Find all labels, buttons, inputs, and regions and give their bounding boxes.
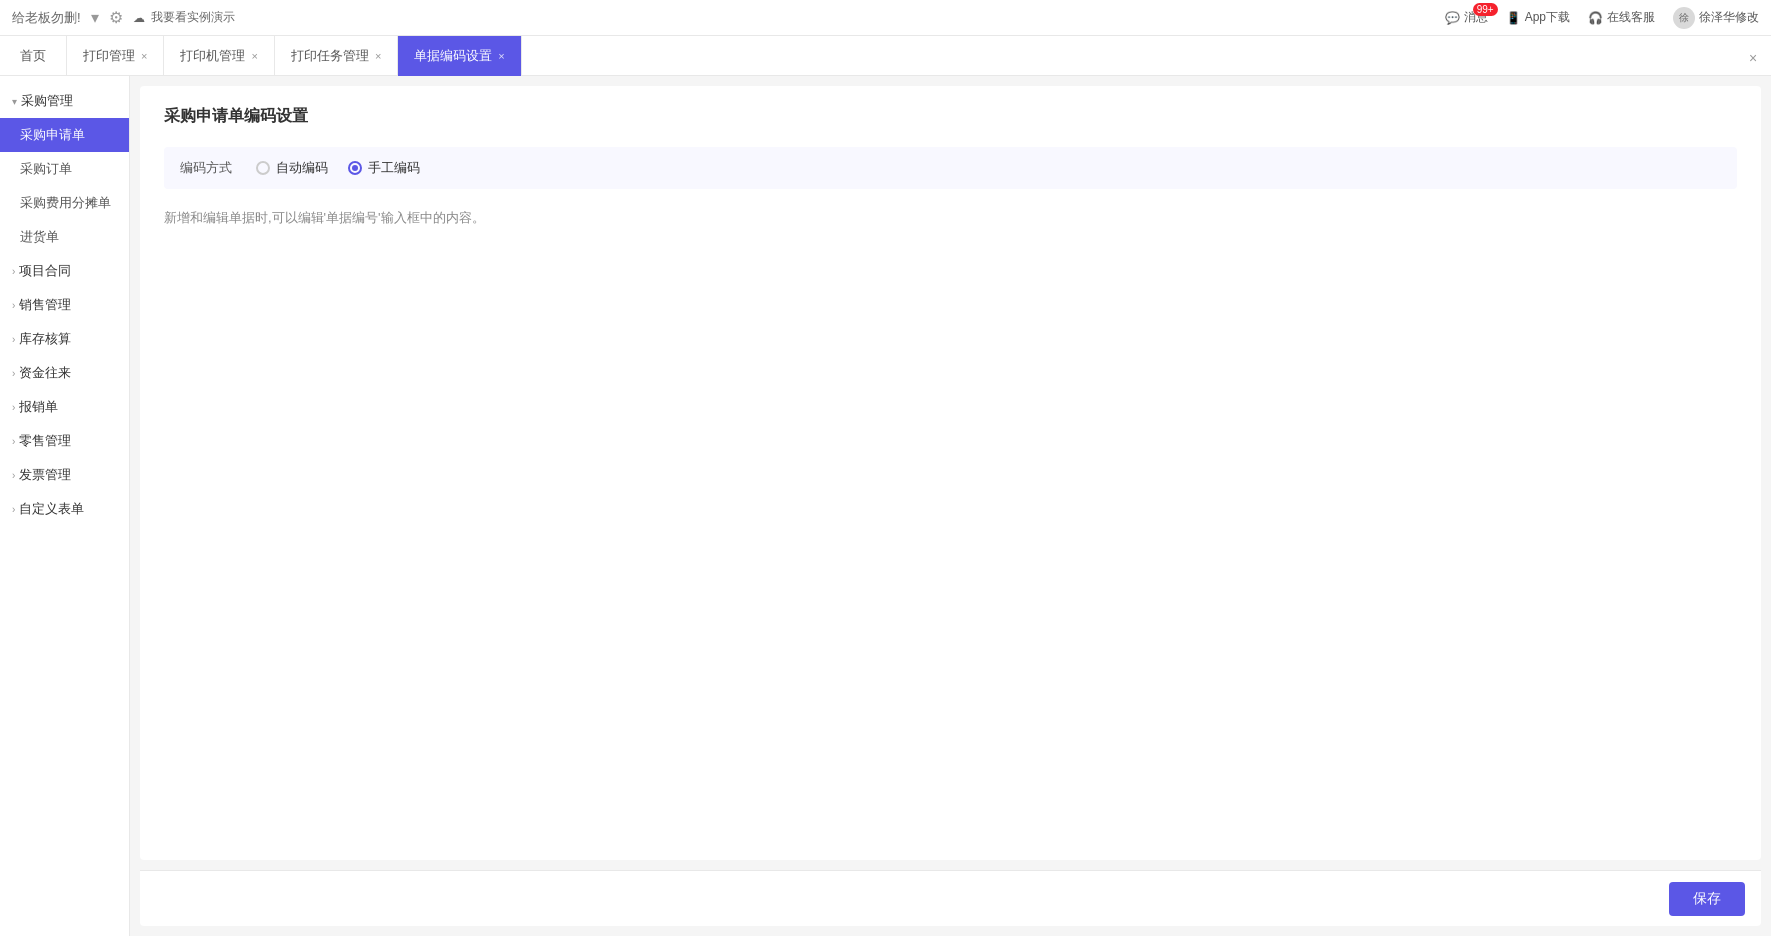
tab-printer-mgmt[interactable]: 打印机管理 × (164, 36, 274, 76)
sidebar-group-project-contract-label: 项目合同 (19, 262, 71, 280)
top-bar-right: 💬 消息 99+ 📱 App下载 🎧 在线客服 徐 徐泽华修改 (1445, 7, 1759, 29)
user-label: 徐泽华修改 (1699, 9, 1759, 26)
tab-barcode-settings-close[interactable]: × (498, 50, 504, 62)
online-service-button[interactable]: 🎧 在线客服 (1588, 9, 1655, 26)
app-label: App下载 (1525, 9, 1570, 26)
chevron-right-icon-4: › (12, 368, 15, 379)
encoding-section: 编码方式 自动编码 手工编码 (164, 147, 1737, 189)
tab-print-task-mgmt[interactable]: 打印任务管理 × (275, 36, 398, 76)
sidebar-group-procurement[interactable]: ▾ 采购管理 (0, 84, 129, 118)
radio-manual-encoding[interactable]: 手工编码 (348, 159, 420, 177)
sidebar-group-project-contract[interactable]: › 项目合同 (0, 254, 129, 288)
sidebar-item-purchase-receipt[interactable]: 进货单 (0, 220, 129, 254)
sidebar: ▾ 采购管理 采购申请单 采购订单 采购费用分摊单 进货单 › 项目合同 › 销… (0, 76, 130, 936)
sidebar-group-invoice-label: 发票管理 (19, 466, 71, 484)
app-download-button[interactable]: 📱 App下载 (1506, 9, 1570, 26)
content-area: 采购申请单编码设置 编码方式 自动编码 手工编码 新增和编辑单据时,可以编辑'单… (130, 76, 1771, 936)
save-button[interactable]: 保存 (1669, 882, 1745, 916)
sidebar-group-returns[interactable]: › 报销单 (0, 390, 129, 424)
message-icon: 💬 (1445, 11, 1460, 25)
tab-print-mgmt-close[interactable]: × (141, 50, 147, 62)
demo-link[interactable]: ☁ 我要看实例演示 (133, 9, 235, 26)
radio-manual-label: 手工编码 (368, 159, 420, 177)
window-close-button[interactable]: × (1735, 40, 1771, 76)
tab-printer-mgmt-close[interactable]: × (251, 50, 257, 62)
tab-home[interactable]: 首页 (0, 36, 67, 76)
sidebar-group-retail-label: 零售管理 (19, 432, 71, 450)
sidebar-group-returns-label: 报销单 (19, 398, 58, 416)
tab-home-label: 首页 (20, 47, 46, 65)
top-bar-left: 给老板勿删! ▾ ⚙ ☁ 我要看实例演示 (12, 8, 235, 27)
sidebar-item-purchase-request-label: 采购申请单 (20, 127, 85, 142)
tab-print-mgmt[interactable]: 打印管理 × (67, 36, 164, 76)
message-button[interactable]: 💬 消息 99+ (1445, 9, 1488, 26)
content-main: 采购申请单编码设置 编码方式 自动编码 手工编码 新增和编辑单据时,可以编辑'单… (140, 86, 1761, 860)
sidebar-group-sales[interactable]: › 销售管理 (0, 288, 129, 322)
page-title: 采购申请单编码设置 (164, 106, 1737, 127)
avatar: 徐 (1673, 7, 1695, 29)
message-badge: 99+ (1473, 3, 1498, 16)
chevron-right-icon-8: › (12, 504, 15, 515)
main-layout: ▾ 采购管理 采购申请单 采购订单 采购费用分摊单 进货单 › 项目合同 › 销… (0, 76, 1771, 936)
sidebar-group-inventory-label: 库存核算 (19, 330, 71, 348)
hint-text: 新增和编辑单据时,可以编辑'单据编号'输入框中的内容。 (164, 209, 1737, 227)
sidebar-item-purchase-request[interactable]: 采购申请单 (0, 118, 129, 152)
chevron-right-icon-2: › (12, 300, 15, 311)
chevron-right-icon-6: › (12, 436, 15, 447)
demo-text: 我要看实例演示 (151, 9, 235, 26)
chevron-right-icon: › (12, 266, 15, 277)
dropdown-icon[interactable]: ▾ (91, 8, 99, 27)
tab-barcode-settings[interactable]: 单据编码设置 × (398, 36, 521, 76)
sidebar-item-purchase-order[interactable]: 采购订单 (0, 152, 129, 186)
sidebar-group-procurement-label: 采购管理 (21, 92, 73, 110)
tab-printer-mgmt-label: 打印机管理 (180, 47, 245, 65)
chevron-right-icon-5: › (12, 402, 15, 413)
sidebar-group-inventory[interactable]: › 库存核算 (0, 322, 129, 356)
brand-text: 给老板勿删! (12, 9, 81, 27)
chevron-down-icon: ▾ (12, 96, 17, 107)
demo-cloud-icon: ☁ (133, 11, 145, 25)
user-button[interactable]: 徐 徐泽华修改 (1673, 7, 1759, 29)
radio-auto-encoding[interactable]: 自动编码 (256, 159, 328, 177)
chevron-right-icon-7: › (12, 470, 15, 481)
sidebar-group-retail[interactable]: › 零售管理 (0, 424, 129, 458)
radio-auto-label: 自动编码 (276, 159, 328, 177)
tab-print-task-mgmt-close[interactable]: × (375, 50, 381, 62)
tab-bar: 首页 打印管理 × 打印机管理 × 打印任务管理 × 单据编码设置 × × (0, 36, 1771, 76)
sidebar-item-purchase-expense[interactable]: 采购费用分摊单 (0, 186, 129, 220)
radio-manual-circle (348, 161, 362, 175)
sidebar-group-custom-forms[interactable]: › 自定义表单 (0, 492, 129, 526)
settings-icon[interactable]: ⚙ (109, 8, 123, 27)
service-icon: 🎧 (1588, 11, 1603, 25)
sidebar-item-purchase-expense-label: 采购费用分摊单 (20, 195, 111, 210)
tab-print-mgmt-label: 打印管理 (83, 47, 135, 65)
service-label: 在线客服 (1607, 9, 1655, 26)
sidebar-group-funds-label: 资金往来 (19, 364, 71, 382)
top-bar: 给老板勿删! ▾ ⚙ ☁ 我要看实例演示 💬 消息 99+ 📱 App下载 🎧 … (0, 0, 1771, 36)
sidebar-item-purchase-receipt-label: 进货单 (20, 229, 59, 244)
chevron-right-icon-3: › (12, 334, 15, 345)
sidebar-group-invoice[interactable]: › 发票管理 (0, 458, 129, 492)
sidebar-group-funds[interactable]: › 资金往来 (0, 356, 129, 390)
encoding-radio-group: 自动编码 手工编码 (256, 159, 420, 177)
sidebar-group-custom-forms-label: 自定义表单 (19, 500, 84, 518)
sidebar-group-sales-label: 销售管理 (19, 296, 71, 314)
radio-auto-circle (256, 161, 270, 175)
tab-barcode-settings-label: 单据编码设置 (414, 47, 492, 65)
app-icon: 📱 (1506, 11, 1521, 25)
encoding-label: 编码方式 (180, 159, 232, 177)
tab-print-task-mgmt-label: 打印任务管理 (291, 47, 369, 65)
sidebar-item-purchase-order-label: 采购订单 (20, 161, 72, 176)
footer-bar: 保存 (140, 870, 1761, 926)
